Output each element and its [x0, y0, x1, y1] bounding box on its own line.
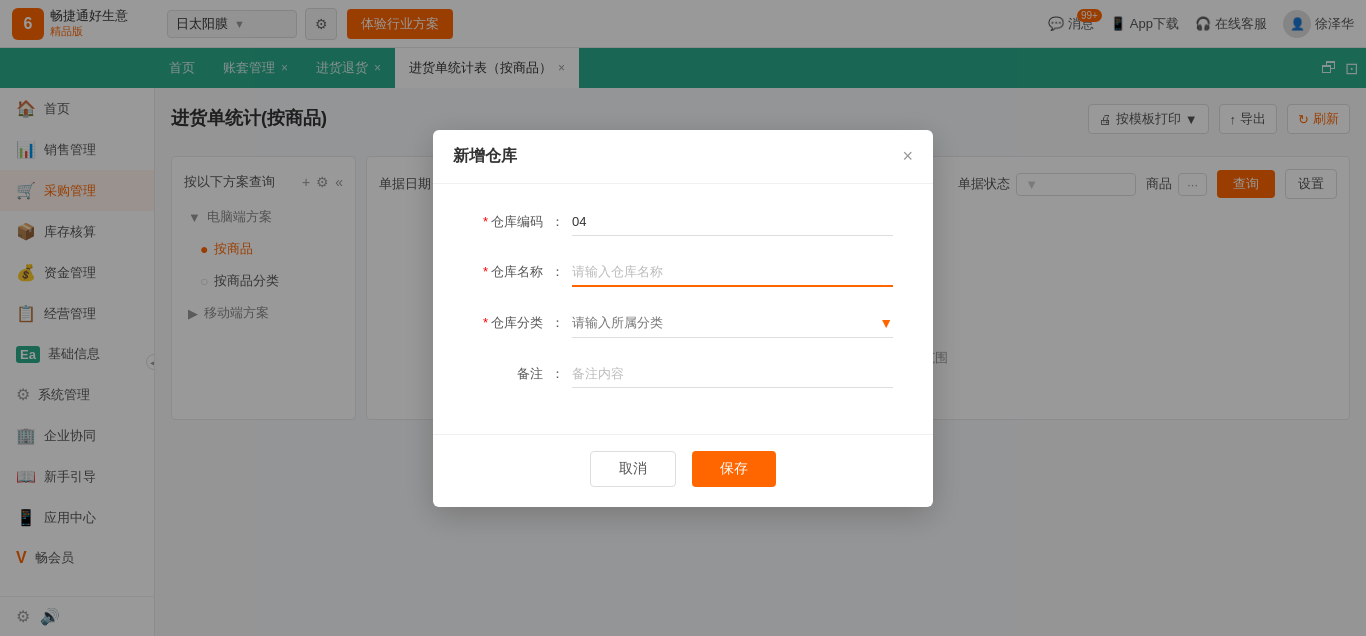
note-label: 备注 — [473, 365, 543, 383]
category-select[interactable]: ▼ — [572, 309, 893, 338]
modal-overlay: 新增仓库 × 仓库编码 ： 仓库名称 ： 仓库分类 ： ▼ — [0, 0, 1366, 636]
add-warehouse-modal: 新增仓库 × 仓库编码 ： 仓库名称 ： 仓库分类 ： ▼ — [433, 130, 933, 507]
modal-close-btn[interactable]: × — [902, 147, 913, 165]
note-input[interactable] — [572, 360, 893, 388]
save-button[interactable]: 保存 — [692, 451, 776, 487]
category-input[interactable] — [572, 315, 879, 330]
code-input[interactable] — [572, 208, 893, 236]
modal-footer: 取消 保存 — [433, 434, 933, 507]
name-label: 仓库名称 — [473, 263, 543, 281]
name-input[interactable] — [572, 258, 893, 287]
code-label: 仓库编码 — [473, 213, 543, 231]
category-chevron-icon: ▼ — [879, 315, 893, 331]
modal-header: 新增仓库 × — [433, 130, 933, 184]
form-row-code: 仓库编码 ： — [473, 208, 893, 236]
modal-title: 新增仓库 — [453, 146, 517, 167]
cancel-button[interactable]: 取消 — [590, 451, 676, 487]
name-colon: ： — [551, 263, 564, 281]
form-row-name: 仓库名称 ： — [473, 258, 893, 287]
code-colon: ： — [551, 213, 564, 231]
category-colon: ： — [551, 314, 564, 332]
modal-body: 仓库编码 ： 仓库名称 ： 仓库分类 ： ▼ 备注 — [433, 184, 933, 434]
category-label: 仓库分类 — [473, 314, 543, 332]
form-row-note: 备注 ： — [473, 360, 893, 388]
form-row-category: 仓库分类 ： ▼ — [473, 309, 893, 338]
note-colon: ： — [551, 365, 564, 383]
